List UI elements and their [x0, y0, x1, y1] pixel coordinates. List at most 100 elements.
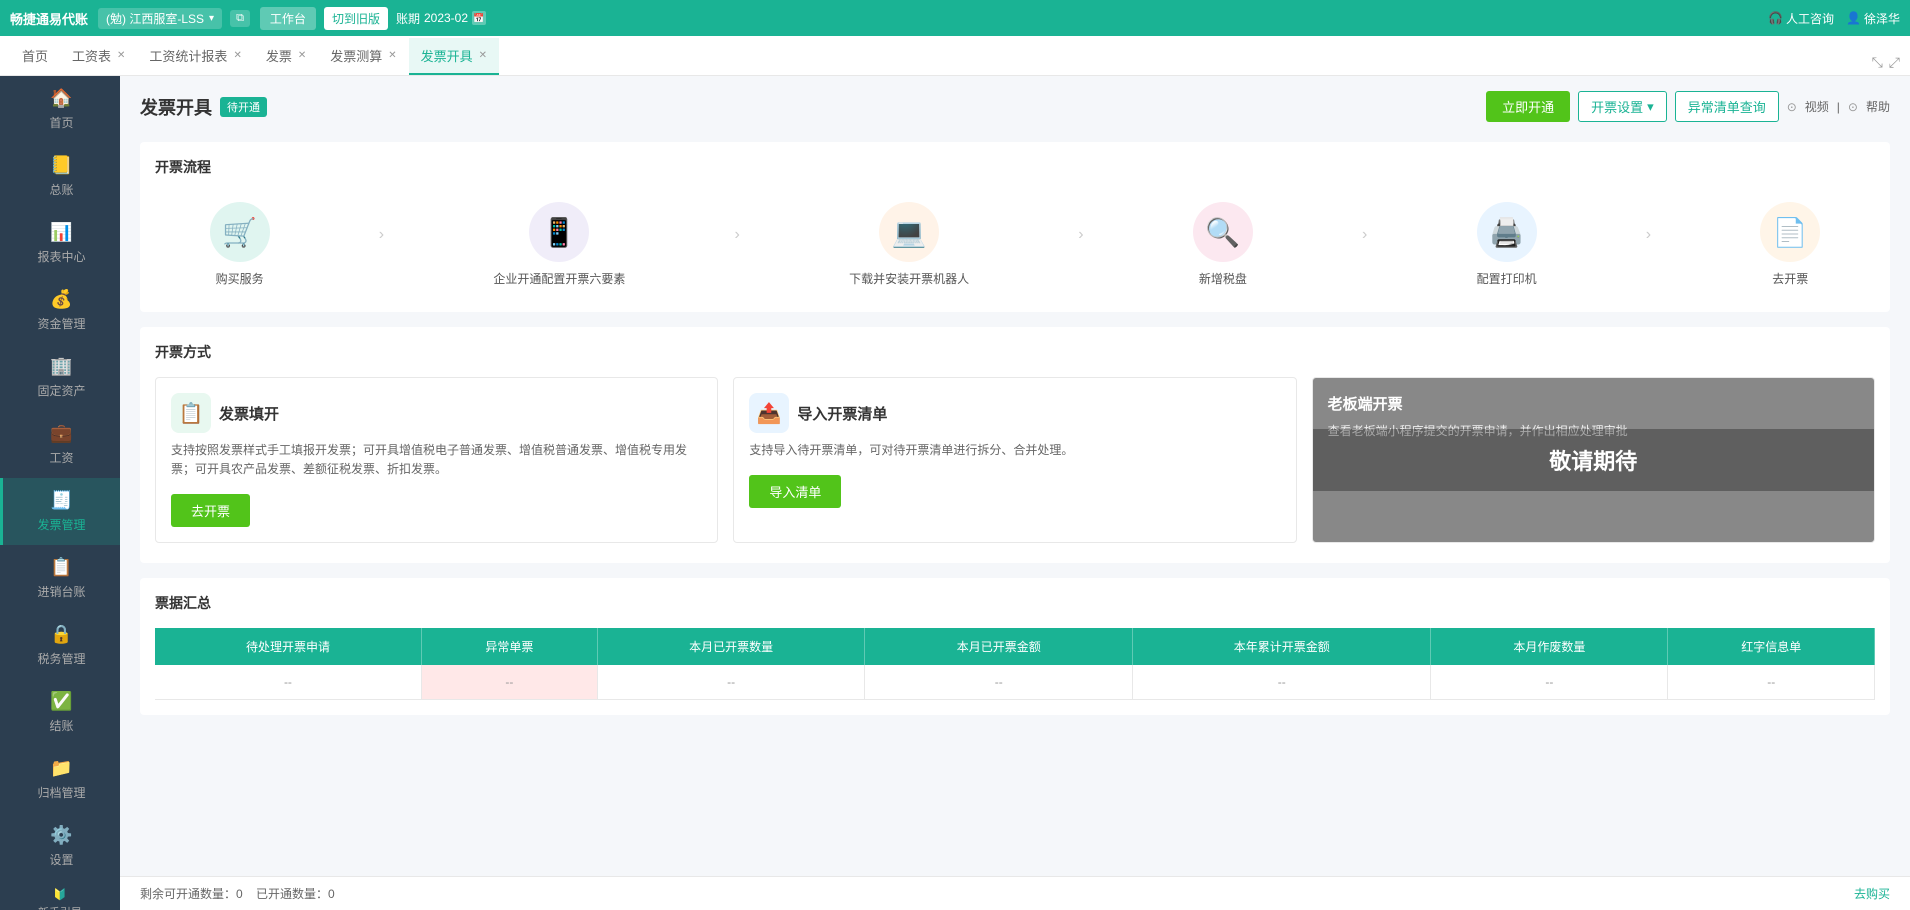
help-icon[interactable]: ⊙ [1848, 100, 1858, 114]
purchase-sales-icon: 📋 [50, 557, 72, 578]
switch-version-button[interactable]: 切到旧版 [324, 7, 388, 30]
tab-invoice-close[interactable]: ✕ [298, 50, 306, 61]
method-import-title: 📤 导入开票清单 [749, 393, 1280, 433]
issue-invoice-icon-wrap: 📄 [1760, 202, 1820, 262]
bottom-bar: 剩余可开通数量：0 已开通数量：0 去购买 [120, 876, 1910, 910]
step-config-enterprise[interactable]: 📱 企业开通配置开票六要素 [493, 202, 625, 287]
buy-link[interactable]: 去购买 [1854, 885, 1890, 902]
expand-icon[interactable]: ⤢ [1889, 54, 1900, 71]
sidebar-item-tax-mgmt[interactable]: 🔒 税务管理 [0, 612, 120, 679]
tab-invoice-label: 发票 [266, 46, 292, 65]
download-robot-icon: 💻 [892, 216, 927, 249]
sidebar-item-finance[interactable]: 💰 资金管理 [0, 277, 120, 344]
company-selector[interactable]: (勉) 江西服室-LSS ▾ [98, 8, 222, 29]
step-buy-service[interactable]: 🛒 购买服务 [210, 202, 270, 287]
calendar-icon[interactable]: 📅 [472, 11, 486, 25]
arrow-2: › [735, 226, 740, 244]
abnormal-query-button[interactable]: 异常清单查询 [1675, 91, 1779, 122]
status-badge: 待开通 [220, 97, 267, 117]
immediate-open-button[interactable]: 立即开通 [1486, 91, 1570, 122]
open-settings-button[interactable]: 开票设置 ▾ [1578, 91, 1667, 122]
sidebar-item-reports[interactable]: 📊 报表中心 [0, 210, 120, 277]
nav-tabs: 首页 工资表 ✕ 工资统计报表 ✕ 发票 ✕ 发票测算 ✕ 发票开具 ✕ ⤡ ⤢ [0, 36, 1910, 76]
fixed-assets-icon: 🏢 [50, 356, 72, 377]
sidebar-item-new-user-label: 新手引导 [38, 904, 82, 910]
page-header: 发票开具 待开通 立即开通 开票设置 ▾ 异常清单查询 ⊙ 视频 | ⊙ [140, 91, 1890, 122]
tab-salary-close[interactable]: ✕ [117, 50, 125, 61]
step-issue-invoice[interactable]: 📄 去开票 [1760, 202, 1820, 287]
sidebar-item-fixed-assets[interactable]: 🏢 固定资产 [0, 344, 120, 411]
opened-label: 已开通数量：0 [256, 887, 335, 901]
sidebar-item-home[interactable]: 🏠 首页 [0, 76, 120, 143]
tab-home[interactable]: 首页 [10, 38, 60, 75]
sidebar-item-home-label: 首页 [49, 114, 73, 131]
tab-invoice-issue-label: 发票开具 [421, 46, 473, 65]
help-divider: | [1837, 100, 1840, 114]
download-robot-icon-wrap: 💻 [879, 202, 939, 262]
top-bar-icons: ⧉ [230, 10, 250, 27]
tax-mgmt-icon: 🔒 [50, 624, 72, 645]
restore-icon[interactable]: ⤡ [1872, 54, 1883, 71]
sidebar-item-settlement[interactable]: ✅ 结账 [0, 679, 120, 746]
summary-cell-1: -- [421, 665, 597, 700]
summary-cell-2: -- [597, 665, 865, 700]
summary-section: 票据汇总 待处理开票申请 异常单票 本月已开票数量 本月已开票金额 本年累计开票… [140, 578, 1890, 715]
tab-salary[interactable]: 工资表 ✕ [60, 38, 137, 75]
method-import-icon: 📤 [749, 393, 789, 433]
sidebar-item-salary-label: 工资 [49, 449, 73, 466]
method-manual-desc: 支持按照发票样式手工填报开发票；可开具增值税电子普通发票、增值税普通发票、增值税… [171, 441, 702, 479]
tab-salary-label: 工资表 [72, 46, 111, 65]
method-manual-icon: 📋 [171, 393, 211, 433]
sidebar-item-purchase-sales[interactable]: 📋 进销台账 [0, 545, 120, 612]
tab-invoice-calc-close[interactable]: ✕ [388, 50, 396, 61]
config-printer-label: 配置打印机 [1477, 270, 1537, 287]
period-label: 账期 [396, 10, 420, 27]
billing-methods-section: 开票方式 📋 发票填开 支持按照发票样式手工填报开发票；可开具增值税电子普通发票… [140, 327, 1890, 563]
user-service-label: 人工咨询 [1786, 10, 1834, 27]
main-layout: 🏠 首页 📒 总账 📊 报表中心 💰 资金管理 🏢 固定资产 💼 工资 🧾 发票… [0, 76, 1910, 910]
import-list-button[interactable]: 导入清单 [749, 475, 841, 508]
company-name: (勉) 江西服室-LSS [106, 10, 204, 27]
video-help-icon[interactable]: ⊙ [1787, 100, 1797, 114]
sidebar-item-salary[interactable]: 💼 工资 [0, 411, 120, 478]
sidebar-item-reports-label: 报表中心 [37, 248, 85, 265]
settlement-icon: ✅ [50, 691, 72, 712]
download-robot-label: 下载并安装开票机器人 [849, 270, 969, 287]
invoice-methods: 📋 发票填开 支持按照发票样式手工填报开发票；可开具增值税电子普通发票、增值税普… [155, 377, 1875, 543]
step-config-printer[interactable]: 🖨️ 配置打印机 [1477, 202, 1537, 287]
sidebar: 🏠 首页 📒 总账 📊 报表中心 💰 资金管理 🏢 固定资产 💼 工资 🧾 发票… [0, 76, 120, 910]
new-user-icon: 🔰 [53, 888, 67, 901]
sidebar-item-ledger[interactable]: 📒 总账 [0, 143, 120, 210]
config-printer-icon-wrap: 🖨️ [1477, 202, 1537, 262]
tab-invoice-calc[interactable]: 发票测算 ✕ [318, 38, 408, 75]
sidebar-item-invoice-mgmt-label: 发票管理 [37, 516, 85, 533]
tab-invoice-issue[interactable]: 发票开具 ✕ [409, 38, 499, 75]
period-value: 2023-02 [424, 11, 468, 25]
step-download-robot[interactable]: 💻 下载并安装开票机器人 [849, 202, 969, 287]
add-taxbox-icon-wrap: 🔍 [1193, 202, 1253, 262]
user-avatar-button[interactable]: 👤 徐泽华 [1846, 10, 1900, 27]
tab-invoice-issue-close[interactable]: ✕ [479, 50, 487, 61]
arrow-1: › [379, 226, 384, 244]
sidebar-item-settings[interactable]: ⚙️ 设置 [0, 813, 120, 880]
summary-header-4: 本年累计开票金额 [1133, 628, 1431, 665]
sidebar-item-purchase-sales-label: 进销台账 [37, 583, 85, 600]
billing-flow-title: 开票流程 [155, 157, 1875, 177]
tab-invoice[interactable]: 发票 ✕ [254, 38, 318, 75]
sidebar-item-fixed-assets-label: 固定资产 [37, 382, 85, 399]
sidebar-item-invoice-mgmt[interactable]: 🧾 发票管理 [0, 478, 120, 545]
method-manual-title-text: 发票填开 [219, 403, 279, 424]
copy-icon[interactable]: ⧉ [230, 10, 250, 27]
goto-invoice-button[interactable]: 去开票 [171, 494, 250, 527]
tab-salary-report-close[interactable]: ✕ [233, 50, 241, 61]
workbench-button[interactable]: 工作台 [260, 7, 316, 30]
sidebar-item-new-user[interactable]: 🔰 新手引导 [0, 880, 120, 910]
tab-salary-report[interactable]: 工资统计报表 ✕ [137, 38, 253, 75]
headset-icon: 🎧 [1768, 11, 1783, 25]
avatar-icon: 👤 [1846, 11, 1861, 25]
sidebar-item-ledger-label: 总账 [49, 181, 73, 198]
step-add-taxbox[interactable]: 🔍 新增税盘 [1193, 202, 1253, 287]
sidebar-item-archive[interactable]: 📁 归档管理 [0, 746, 120, 813]
user-service-button[interactable]: 🎧 人工咨询 [1768, 10, 1834, 27]
content-area: 发票开具 待开通 立即开通 开票设置 ▾ 异常清单查询 ⊙ 视频 | ⊙ [120, 76, 1910, 876]
